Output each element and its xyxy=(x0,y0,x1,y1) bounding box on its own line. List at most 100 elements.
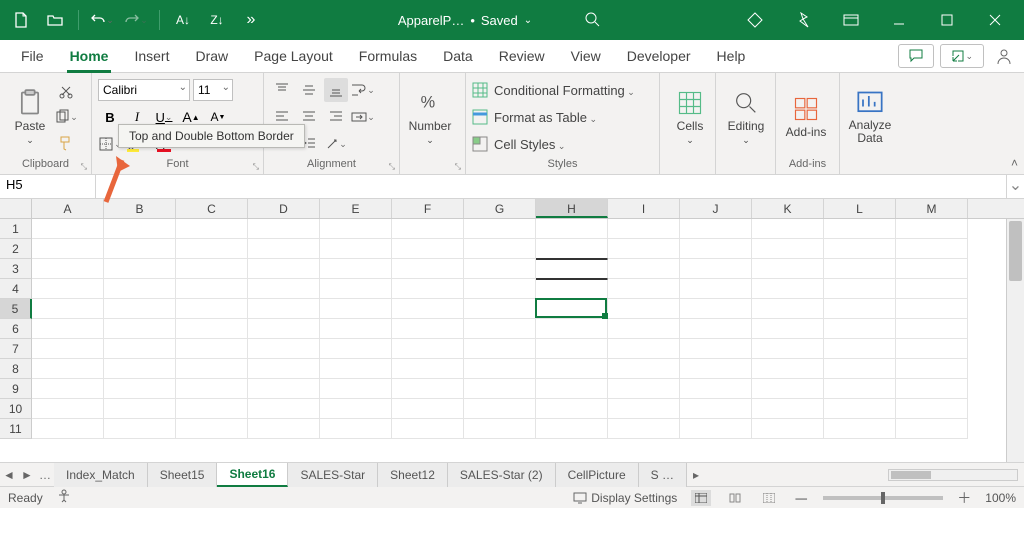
cell[interactable] xyxy=(896,299,968,319)
row-header-4[interactable]: 4 xyxy=(0,279,32,299)
page-layout-view-icon[interactable] xyxy=(725,490,745,506)
sheet-prev-icon[interactable]: ◄ xyxy=(0,468,18,482)
cell[interactable] xyxy=(176,279,248,299)
sheet-tab[interactable]: SALES-Star (2) xyxy=(448,463,556,487)
cond-format-button[interactable]: Conditional Formatting xyxy=(494,83,635,98)
cell[interactable] xyxy=(536,399,608,419)
copy-icon[interactable] xyxy=(54,105,78,129)
cell[interactable] xyxy=(824,239,896,259)
flash-icon[interactable] xyxy=(780,5,826,35)
cell[interactable] xyxy=(392,239,464,259)
cell[interactable] xyxy=(104,399,176,419)
cell[interactable] xyxy=(32,239,104,259)
format-painter-icon[interactable] xyxy=(54,131,78,155)
redo-icon[interactable] xyxy=(121,5,151,35)
cell[interactable] xyxy=(176,219,248,239)
cell[interactable] xyxy=(752,379,824,399)
cell[interactable] xyxy=(248,399,320,419)
cell[interactable] xyxy=(392,379,464,399)
cell[interactable] xyxy=(896,419,968,439)
cell[interactable] xyxy=(752,319,824,339)
cell[interactable] xyxy=(392,399,464,419)
col-header-A[interactable]: A xyxy=(32,199,104,218)
cell[interactable] xyxy=(104,299,176,319)
analyze-button[interactable]: Analyze Data xyxy=(846,77,894,157)
cell[interactable] xyxy=(464,219,536,239)
cell[interactable] xyxy=(104,339,176,359)
cell[interactable] xyxy=(680,299,752,319)
tab-view[interactable]: View xyxy=(558,40,614,73)
cell[interactable] xyxy=(320,299,392,319)
tab-page-layout[interactable]: Page Layout xyxy=(241,40,346,73)
sheet-scroll-right-icon[interactable]: ▸ xyxy=(687,468,705,482)
tab-draw[interactable]: Draw xyxy=(182,40,241,73)
sheet-next-icon[interactable]: ► xyxy=(18,468,36,482)
cell[interactable] xyxy=(464,279,536,299)
orientation-icon[interactable] xyxy=(324,132,348,156)
number-format-button[interactable]: % Number⌄ xyxy=(406,77,454,157)
cell[interactable] xyxy=(536,299,608,319)
tab-help[interactable]: Help xyxy=(704,40,759,73)
name-box[interactable]: H5 xyxy=(0,175,96,198)
cell[interactable] xyxy=(392,259,464,279)
col-header-M[interactable]: M xyxy=(896,199,968,218)
tab-developer[interactable]: Developer xyxy=(614,40,704,73)
cell[interactable] xyxy=(608,219,680,239)
cell[interactable] xyxy=(752,279,824,299)
merge-icon[interactable] xyxy=(351,105,375,129)
qat-more-icon[interactable]: » xyxy=(236,5,266,35)
cells-button[interactable]: Cells⌄ xyxy=(666,77,714,157)
cell[interactable] xyxy=(464,299,536,319)
font-name-combo[interactable]: Calibri xyxy=(98,79,190,101)
align-bottom-icon[interactable] xyxy=(324,78,348,102)
cell[interactable] xyxy=(320,279,392,299)
row-header-8[interactable]: 8 xyxy=(0,359,32,379)
cell[interactable] xyxy=(896,279,968,299)
row-header-7[interactable]: 7 xyxy=(0,339,32,359)
col-header-C[interactable]: C xyxy=(176,199,248,218)
cell[interactable] xyxy=(680,239,752,259)
tab-data[interactable]: Data xyxy=(430,40,486,73)
sheet-tab[interactable]: S … xyxy=(639,463,687,487)
cell[interactable] xyxy=(680,319,752,339)
format-table-button[interactable]: Format as Table xyxy=(494,110,597,125)
cell[interactable] xyxy=(608,379,680,399)
cell[interactable] xyxy=(824,219,896,239)
cell[interactable] xyxy=(824,319,896,339)
col-header-H[interactable]: H xyxy=(536,199,608,218)
sort-asc-icon[interactable]: A↓ xyxy=(168,5,198,35)
cell[interactable] xyxy=(104,419,176,439)
cell[interactable] xyxy=(320,419,392,439)
cell[interactable] xyxy=(176,299,248,319)
cell[interactable] xyxy=(680,399,752,419)
cell[interactable] xyxy=(320,399,392,419)
vertical-scrollbar[interactable] xyxy=(1006,219,1024,462)
row-header-3[interactable]: 3 xyxy=(0,259,32,279)
cell[interactable] xyxy=(680,419,752,439)
cell[interactable] xyxy=(608,359,680,379)
undo-icon[interactable] xyxy=(87,5,117,35)
row-header-10[interactable]: 10 xyxy=(0,399,32,419)
cell[interactable] xyxy=(824,379,896,399)
cell[interactable] xyxy=(464,419,536,439)
cell[interactable] xyxy=(896,319,968,339)
cell[interactable] xyxy=(752,359,824,379)
tab-home[interactable]: Home xyxy=(57,40,122,73)
cell[interactable] xyxy=(680,279,752,299)
sheet-tab[interactable]: Sheet12 xyxy=(378,463,448,487)
zoom-out-icon[interactable]: － xyxy=(793,486,809,510)
col-header-G[interactable]: G xyxy=(464,199,536,218)
cell[interactable] xyxy=(248,359,320,379)
cell[interactable] xyxy=(680,339,752,359)
cell[interactable] xyxy=(896,259,968,279)
cell[interactable] xyxy=(608,419,680,439)
cell[interactable] xyxy=(536,259,608,279)
cell[interactable] xyxy=(824,299,896,319)
cell[interactable] xyxy=(536,279,608,299)
cell[interactable] xyxy=(320,319,392,339)
new-file-icon[interactable] xyxy=(6,5,36,35)
display-settings[interactable]: Display Settings xyxy=(573,491,677,505)
sheet-tab[interactable]: Index_Match xyxy=(54,463,148,487)
normal-view-icon[interactable] xyxy=(691,490,711,506)
cell[interactable] xyxy=(680,259,752,279)
